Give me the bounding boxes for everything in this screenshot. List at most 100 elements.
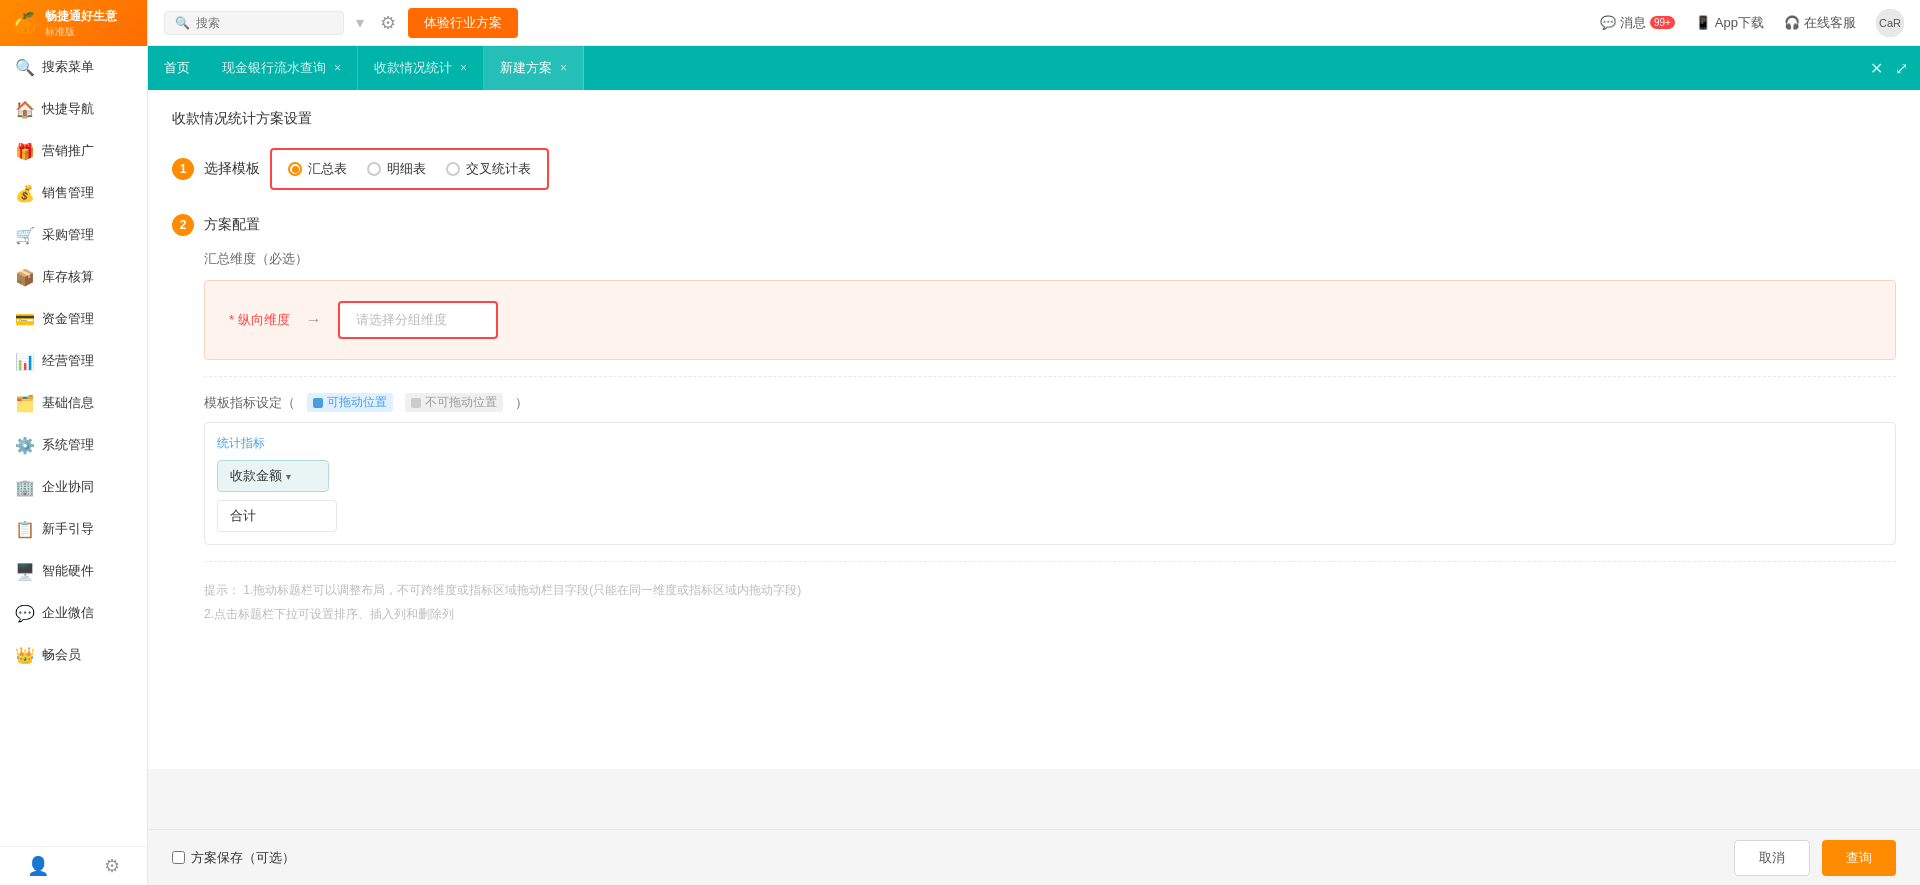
tabs-close-icon[interactable]: ✕ [1870, 59, 1883, 78]
online-service-label: 在线客服 [1804, 14, 1856, 32]
settings-icon[interactable]: ⚙ [380, 12, 396, 34]
save-checkbox-input[interactable] [172, 851, 185, 864]
radio-cross-circle [446, 162, 460, 176]
basic-icon: 🗂️ [16, 394, 34, 412]
sidebar-item-finance[interactable]: 💳 资金管理 [0, 298, 147, 340]
footer: 方案保存（可选） 取消 查询 [148, 829, 1920, 885]
footer-buttons: 取消 查询 [1734, 840, 1896, 876]
cancel-button[interactable]: 取消 [1734, 840, 1810, 876]
section-template: 1 选择模板 汇总表 明细表 交叉统计表 [172, 148, 1896, 190]
sidebar-item-nav[interactable]: 🏠 快捷导航 [0, 88, 147, 130]
divider2 [204, 561, 1896, 562]
sidebar-settings-icon[interactable]: ⚙ [104, 855, 120, 877]
sidebar-item-purchase[interactable]: 🛒 采购管理 [0, 214, 147, 256]
user-avatar[interactable]: CaR [1876, 9, 1904, 37]
page-title: 收款情况统计方案设置 [172, 110, 1896, 128]
indicator-tag-amount[interactable]: 收款金额 ▾ [217, 460, 329, 492]
config-body: 汇总维度（必选） * 纵向维度 → 请选择分组维度 模板指标设定（ 可拖动位置 [172, 250, 1896, 626]
tab-collection-label: 收款情况统计 [374, 59, 452, 77]
sidebar-item-label: 库存核算 [42, 268, 94, 286]
tab-new-plan-close[interactable]: × [560, 61, 567, 75]
radio-detail-circle [367, 162, 381, 176]
section1-title: 选择模板 [204, 160, 260, 178]
header-right: 💬 消息 99+ 📱 App下载 🎧 在线客服 CaR [1600, 9, 1904, 37]
guide-icon: 📋 [16, 520, 34, 538]
sidebar-item-label: 畅会员 [42, 646, 81, 664]
sidebar-item-member[interactable]: 👑 畅会员 [0, 634, 147, 676]
sidebar-item-marketing[interactable]: 🎁 营销推广 [0, 130, 147, 172]
indicator-dropdown-icon[interactable]: ▾ [286, 471, 291, 482]
sidebar-item-hardware[interactable]: 🖥️ 智能硬件 [0, 550, 147, 592]
radio-summary[interactable]: 汇总表 [288, 160, 347, 178]
config-row: * 纵向维度 → 请选择分组维度 [204, 280, 1896, 360]
sidebar-item-label: 企业微信 [42, 604, 94, 622]
message-item[interactable]: 💬 消息 99+ [1600, 14, 1675, 32]
radio-cross-label: 交叉统计表 [466, 160, 531, 178]
sidebar-item-enterprise[interactable]: 🏢 企业协同 [0, 466, 147, 508]
select-placeholder: 请选择分组维度 [356, 312, 447, 327]
search-icon: 🔍 [175, 16, 190, 30]
header-search-box[interactable]: 🔍 [164, 11, 344, 35]
sidebar-item-label: 经营管理 [42, 352, 94, 370]
sidebar-item-wechat[interactable]: 💬 企业微信 [0, 592, 147, 634]
sidebar-item-search[interactable]: 🔍 搜索菜单 [0, 46, 147, 88]
trial-button[interactable]: 体验行业方案 [408, 8, 518, 38]
message-badge: 99+ [1650, 16, 1675, 29]
query-button[interactable]: 查询 [1822, 840, 1896, 876]
indicators-close-text: ） [515, 394, 528, 412]
sales-icon: 💰 [16, 184, 34, 202]
sidebar-item-label: 企业协同 [42, 478, 94, 496]
indicator-column: 收款金额 ▾ 合计 [217, 460, 337, 532]
sidebar-item-label: 系统管理 [42, 436, 94, 454]
section1-num: 1 [172, 158, 194, 180]
content-area: 收款情况统计方案设置 1 选择模板 汇总表 明细表 [148, 90, 1920, 829]
online-service-item[interactable]: 🎧 在线客服 [1784, 14, 1856, 32]
tips-title: 提示： [204, 583, 240, 597]
tab-new-plan-label: 新建方案 [500, 59, 552, 77]
logo-badge: 标准版 [45, 25, 117, 39]
tab-cashflow-close[interactable]: × [334, 61, 341, 75]
phone-icon: 📱 [1695, 15, 1711, 30]
sidebar-item-label: 销售管理 [42, 184, 94, 202]
logo-icon: 🍊 [12, 11, 37, 35]
sidebar-bottom: 👤 ⚙ [0, 846, 147, 885]
logo-text: 畅捷通好生意 [45, 8, 117, 25]
wechat-icon: 💬 [16, 604, 34, 622]
tab-collection[interactable]: 收款情况统计 × [358, 46, 484, 90]
search-input[interactable] [196, 16, 326, 30]
section2-title: 方案配置 [204, 216, 260, 234]
tab-cashflow[interactable]: 现金银行流水查询 × [206, 46, 358, 90]
sidebar-user-icon[interactable]: 👤 [27, 855, 49, 877]
sidebar-item-inventory[interactable]: 📦 库存核算 [0, 256, 147, 298]
radio-cross[interactable]: 交叉统计表 [446, 160, 531, 178]
finance-icon: 💳 [16, 310, 34, 328]
sidebar-item-system[interactable]: ⚙️ 系统管理 [0, 424, 147, 466]
header: 🔍 ▾ ⚙ 体验行业方案 💬 消息 99+ 📱 App下载 🎧 在线客服 CaR [148, 0, 1920, 46]
sidebar-item-sales[interactable]: 💰 销售管理 [0, 172, 147, 214]
sidebar-logo: 🍊 畅捷通好生意 标准版 [0, 0, 147, 46]
indicators-label-row: 模板指标设定（ 可拖动位置 不可拖动位置 ） [204, 393, 1896, 412]
app-download-item[interactable]: 📱 App下载 [1695, 14, 1764, 32]
sidebar-item-label: 资金管理 [42, 310, 94, 328]
sidebar-item-label: 采购管理 [42, 226, 94, 244]
radio-summary-label: 汇总表 [308, 160, 347, 178]
app-download-label: App下载 [1715, 14, 1764, 32]
sidebar-item-guide[interactable]: 📋 新手引导 [0, 508, 147, 550]
section-config: 2 方案配置 汇总维度（必选） * 纵向维度 → 请选择分组维度 [172, 214, 1896, 626]
section2-num: 2 [172, 214, 194, 236]
sidebar-item-label: 营销推广 [42, 142, 94, 160]
main-content: 🔍 ▾ ⚙ 体验行业方案 💬 消息 99+ 📱 App下载 🎧 在线客服 CaR [148, 0, 1920, 885]
sidebar-item-management[interactable]: 📊 经营管理 [0, 340, 147, 382]
save-checkbox[interactable]: 方案保存（可选） [172, 849, 295, 867]
tabs-bar: 首页 现金银行流水查询 × 收款情况统计 × 新建方案 × ✕ ⤢ [148, 46, 1920, 90]
dimension-select[interactable]: 请选择分组维度 [338, 301, 498, 339]
radio-detail-label: 明细表 [387, 160, 426, 178]
sidebar-item-basic[interactable]: 🗂️ 基础信息 [0, 382, 147, 424]
tab-new-plan[interactable]: 新建方案 × [484, 46, 584, 90]
tab-home[interactable]: 首页 [148, 46, 206, 90]
dropdown-icon[interactable]: ▾ [356, 13, 364, 32]
radio-detail[interactable]: 明细表 [367, 160, 426, 178]
tab-collection-close[interactable]: × [460, 61, 467, 75]
arrow-icon: → [306, 311, 322, 329]
tabs-maximize-icon[interactable]: ⤢ [1895, 59, 1908, 78]
